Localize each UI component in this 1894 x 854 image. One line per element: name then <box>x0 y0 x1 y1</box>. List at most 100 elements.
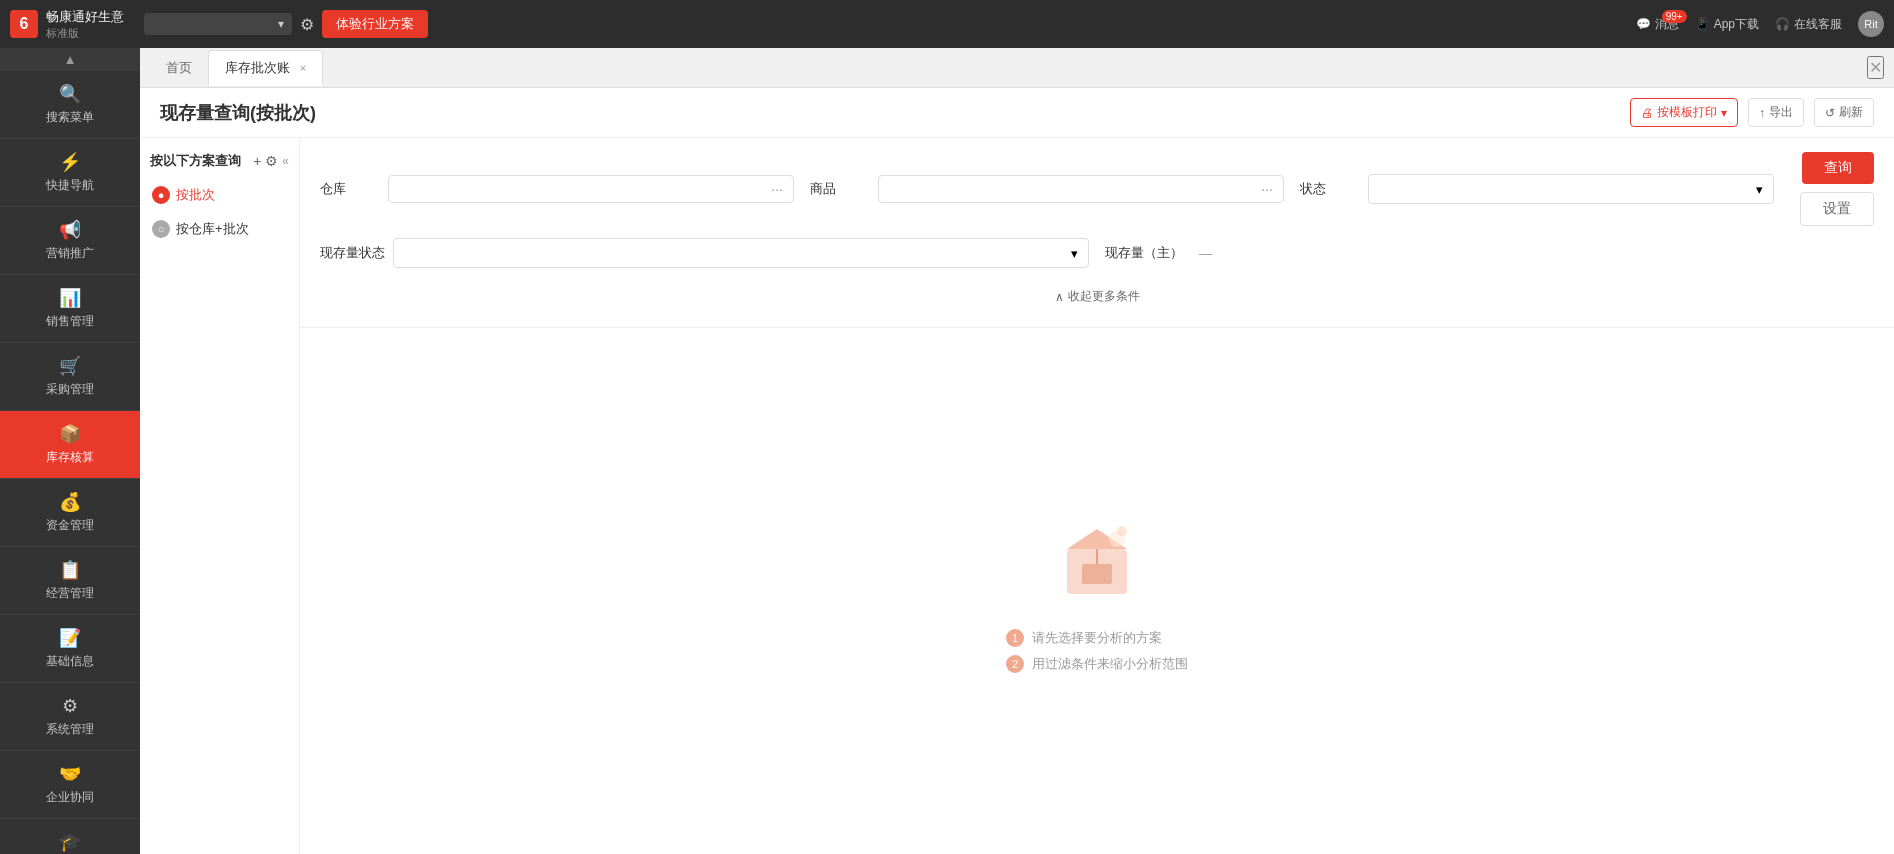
template-print-btn[interactable]: 🖨 按模板打印 ▾ <box>1630 98 1738 127</box>
sidebar-item-system[interactable]: ⚙ 系统管理 <box>0 683 140 751</box>
sidebar-item-label: 企业协同 <box>46 789 94 806</box>
sidebar-item-label: 库存核算 <box>46 449 94 466</box>
left-panel-collapse-btn[interactable]: « <box>282 154 289 168</box>
tab-home[interactable]: 首页 <box>150 51 208 85</box>
refresh-btn[interactable]: ↺ 刷新 <box>1814 98 1874 127</box>
warehouse-label: 仓库 <box>320 180 380 198</box>
app-download-label: App下载 <box>1714 16 1759 33</box>
sidebar-item-label: 销售管理 <box>46 313 94 330</box>
user-profile-btn[interactable]: Rit <box>1858 11 1884 37</box>
product-dots: ··· <box>1261 181 1273 197</box>
page-header: 现存量查询(按批次) 🖨 按模板打印 ▾ ↑ 导出 ↺ 刷新 <box>140 88 1894 138</box>
tab-home-label: 首页 <box>166 60 192 75</box>
content-area: 首页 库存批次账 × ✕ 现存量查询(按批次) 🖨 按模板打印 ▾ ↑ 导出 <box>140 48 1894 854</box>
search-icon: 🔍 <box>59 83 81 105</box>
tab-inventory-batch-label: 库存批次账 <box>225 60 290 75</box>
add-scheme-btn[interactable]: + <box>253 153 261 169</box>
scheme-label-batch: 按批次 <box>176 186 215 204</box>
left-panel: 按以下方案查询 + ⚙ « ● 按批次 ○ 按仓库+批次 <box>140 138 300 854</box>
marketing-icon: 📢 <box>59 219 81 241</box>
print-icon: 🖨 <box>1641 106 1653 120</box>
filter-buttons: 查询 设置 <box>1790 152 1874 226</box>
filter-group-warehouse: 仓库 ··· <box>320 175 794 203</box>
filter-settings-btn[interactable]: 设置 <box>1800 192 1874 226</box>
stock-qty-dash: — <box>1191 246 1220 261</box>
scheme-settings-btn[interactable]: ⚙ <box>265 153 278 169</box>
sidebar-item-operations[interactable]: 📋 经营管理 <box>0 547 140 615</box>
tip-text-1: 请先选择要分析的方案 <box>1032 629 1162 647</box>
topbar-search-area[interactable]: ▾ <box>144 13 292 35</box>
tip-num-2: 2 <box>1006 655 1024 673</box>
app-download-icon: 📱 <box>1695 17 1710 31</box>
sidebar-item-finance[interactable]: 💰 资金管理 <box>0 479 140 547</box>
filter-row-1: 仓库 ··· 商品 ··· <box>320 152 1874 226</box>
svg-point-5 <box>1117 526 1127 536</box>
scheme-label-warehouse-batch: 按仓库+批次 <box>176 220 249 238</box>
stock-status-label: 现存量状态 <box>320 244 385 262</box>
left-panel-header: 按以下方案查询 + ⚙ « <box>140 148 299 178</box>
message-btn[interactable]: 💬 消息 99+ <box>1636 16 1679 33</box>
operations-icon: 📋 <box>59 559 81 581</box>
main-layout: ▲ 🔍 搜索菜单 ⚡ 快捷导航 📢 营销推广 📊 销售管理 🛒 采购管理 📦 库… <box>0 48 1894 854</box>
message-badge: 99+ <box>1662 10 1687 23</box>
scheme-item-batch[interactable]: ● 按批次 <box>140 178 299 212</box>
sidebar-item-quicknav[interactable]: ⚡ 快捷导航 <box>0 139 140 207</box>
brand-sub: 标准版 <box>46 26 124 41</box>
stock-status-select[interactable]: ▾ <box>393 238 1089 268</box>
topbar-gear-btn[interactable]: ⚙ <box>300 15 314 34</box>
sidebar-item-enterprise[interactable]: 🤝 企业协同 <box>0 751 140 819</box>
trial-btn[interactable]: 体验行业方案 <box>322 10 428 38</box>
sidebar-item-label: 资金管理 <box>46 517 94 534</box>
sidebar-item-label: 基础信息 <box>46 653 94 670</box>
left-panel-title: 按以下方案查询 <box>150 152 241 170</box>
query-btn[interactable]: 查询 <box>1802 152 1874 184</box>
enterprise-icon: 🤝 <box>59 763 81 785</box>
headset-icon: 🎧 <box>1775 17 1790 31</box>
filter-group-stock-qty: 现存量（主） — <box>1105 244 1874 262</box>
sidebar-item-label: 系统管理 <box>46 721 94 738</box>
topbar-dropdown-btn[interactable]: ▾ <box>278 17 284 31</box>
avatar: Rit <box>1858 11 1884 37</box>
filter-group-stock-status: 现存量状态 ▾ <box>320 238 1089 268</box>
tip-num-1: 1 <box>1006 629 1024 647</box>
export-label: 导出 <box>1769 104 1793 121</box>
empty-state: 1 请先选择要分析的方案 2 用过滤条件来缩小分析范围 <box>300 328 1894 854</box>
quicknav-icon: ⚡ <box>59 151 81 173</box>
app-logo: 6 <box>10 10 38 38</box>
status-dropdown-icon: ▾ <box>1756 182 1763 197</box>
panel-close-btn[interactable]: ✕ <box>1867 56 1884 79</box>
system-icon: ⚙ <box>62 695 78 717</box>
topbar-center: ▾ ⚙ 体验行业方案 <box>124 10 1636 38</box>
topbar-right: 💬 消息 99+ 📱 App下载 🎧 在线客服 Rit <box>1636 11 1884 37</box>
scheme-item-warehouse-batch[interactable]: ○ 按仓库+批次 <box>140 212 299 246</box>
warehouse-input[interactable]: ··· <box>388 175 794 203</box>
online-service-btn[interactable]: 🎧 在线客服 <box>1775 16 1842 33</box>
sidebar-item-basics[interactable]: 📝 基础信息 <box>0 615 140 683</box>
finance-icon: 💰 <box>59 491 81 513</box>
product-input[interactable]: ··· <box>878 175 1284 203</box>
template-print-label: 按模板打印 <box>1657 104 1717 121</box>
sidebar-item-search[interactable]: 🔍 搜索菜单 <box>0 71 140 139</box>
export-icon: ↑ <box>1759 106 1765 120</box>
tab-close-icon[interactable]: × <box>300 62 306 74</box>
sidebar-item-newbie[interactable]: 🎓 新手引导 <box>0 819 140 854</box>
app-download-btn[interactable]: 📱 App下载 <box>1695 16 1759 33</box>
collapse-more-btn[interactable]: ∧ 收起更多条件 <box>320 280 1874 313</box>
filter-row-2: 现存量状态 ▾ 现存量（主） — <box>320 238 1874 268</box>
empty-tip-1: 1 请先选择要分析的方案 <box>1006 629 1188 647</box>
sidebar-item-purchase[interactable]: 🛒 采购管理 <box>0 343 140 411</box>
topbar-search-input[interactable] <box>152 17 272 31</box>
collapse-more-label: 收起更多条件 <box>1068 288 1140 305</box>
left-panel-actions: + ⚙ « <box>253 153 289 169</box>
export-btn[interactable]: ↑ 导出 <box>1748 98 1804 127</box>
sales-icon: 📊 <box>59 287 81 309</box>
tab-inventory-batch[interactable]: 库存批次账 × <box>208 50 323 86</box>
sidebar-scroll-up[interactable]: ▲ <box>0 48 140 71</box>
page-header-actions: 🖨 按模板打印 ▾ ↑ 导出 ↺ 刷新 <box>1630 98 1874 127</box>
status-select[interactable]: ▾ <box>1368 174 1774 204</box>
sidebar-item-marketing[interactable]: 📢 营销推广 <box>0 207 140 275</box>
sidebar-item-inventory[interactable]: 📦 库存核算 <box>0 411 140 479</box>
sidebar-item-sales[interactable]: 📊 销售管理 <box>0 275 140 343</box>
inventory-icon: 📦 <box>59 423 81 445</box>
empty-tip-2: 2 用过滤条件来缩小分析范围 <box>1006 655 1188 673</box>
